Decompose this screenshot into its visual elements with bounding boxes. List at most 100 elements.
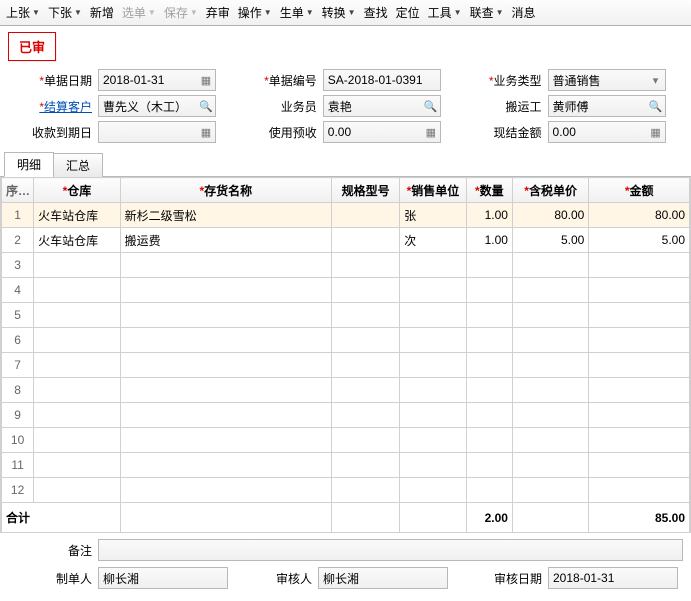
cell-price[interactable] <box>512 253 588 278</box>
doc-date-input[interactable]: ▦ <box>98 69 216 91</box>
generate-button[interactable]: 生单▼ <box>280 4 314 21</box>
cell-unit[interactable] <box>400 428 466 453</box>
tab-summary[interactable]: 汇总 <box>53 153 103 177</box>
tab-detail[interactable]: 明细 <box>4 152 54 177</box>
cell-warehouse[interactable] <box>34 303 121 328</box>
cell-qty[interactable]: 1.00 <box>466 203 512 228</box>
cell-unit[interactable] <box>400 378 466 403</box>
porter-input[interactable]: 🔍 <box>548 95 666 117</box>
cell-unit[interactable] <box>400 453 466 478</box>
cell-name[interactable] <box>120 353 331 378</box>
col-qty[interactable]: *数量 <box>466 178 512 203</box>
cell-qty[interactable] <box>466 478 512 503</box>
col-price[interactable]: *含税单价 <box>512 178 588 203</box>
cell-price[interactable] <box>512 278 588 303</box>
cell-price[interactable] <box>512 453 588 478</box>
tools-button[interactable]: 工具▼ <box>428 4 462 21</box>
cell-warehouse[interactable]: 火车站仓库 <box>34 203 121 228</box>
cell-warehouse[interactable] <box>34 328 121 353</box>
link-button[interactable]: 联查▼ <box>470 4 504 21</box>
cell-qty[interactable] <box>466 403 512 428</box>
cell-amount[interactable] <box>589 403 690 428</box>
cell-unit[interactable] <box>400 478 466 503</box>
cell-name[interactable] <box>120 278 331 303</box>
cell-name[interactable] <box>120 378 331 403</box>
table-row[interactable]: 3 <box>2 253 690 278</box>
cell-spec[interactable] <box>331 328 399 353</box>
cell-warehouse[interactable] <box>34 403 121 428</box>
cell-qty[interactable] <box>466 453 512 478</box>
cell-warehouse[interactable] <box>34 253 121 278</box>
calc-icon[interactable]: ▦ <box>647 126 665 139</box>
cell-unit[interactable] <box>400 253 466 278</box>
cell-qty[interactable]: 1.00 <box>466 228 512 253</box>
cell-spec[interactable] <box>331 453 399 478</box>
cell-spec[interactable] <box>331 428 399 453</box>
chevron-down-icon[interactable]: ▾ <box>647 74 665 87</box>
biz-type-input[interactable]: ▾ <box>548 69 666 91</box>
table-row[interactable]: 12 <box>2 478 690 503</box>
col-unit[interactable]: *销售单位 <box>400 178 466 203</box>
cell-price[interactable] <box>512 428 588 453</box>
table-row[interactable]: 2火车站仓库搬运费次1.005.005.00 <box>2 228 690 253</box>
cell-unit[interactable] <box>400 328 466 353</box>
calc-icon[interactable]: ▦ <box>422 126 440 139</box>
cell-price[interactable]: 5.00 <box>512 228 588 253</box>
maker-input[interactable] <box>98 567 228 589</box>
table-row[interactable]: 5 <box>2 303 690 328</box>
cell-name[interactable]: 搬运费 <box>120 228 331 253</box>
cell-amount[interactable] <box>589 353 690 378</box>
cell-name[interactable] <box>120 328 331 353</box>
table-row[interactable]: 9 <box>2 403 690 428</box>
unapprove-button[interactable]: 弃审 <box>206 4 230 21</box>
search-icon[interactable]: 🔍 <box>197 100 215 113</box>
cell-price[interactable] <box>512 378 588 403</box>
col-amount[interactable]: *金额 <box>589 178 690 203</box>
cell-name[interactable] <box>120 253 331 278</box>
cell-name[interactable] <box>120 303 331 328</box>
cell-name[interactable] <box>120 428 331 453</box>
col-name[interactable]: *存货名称 <box>120 178 331 203</box>
calendar-icon[interactable]: ▦ <box>197 126 215 139</box>
cell-warehouse[interactable]: 火车站仓库 <box>34 228 121 253</box>
cell-amount[interactable] <box>589 478 690 503</box>
due-input[interactable]: ▦ <box>98 121 216 143</box>
cell-price[interactable]: 80.00 <box>512 203 588 228</box>
cell-amount[interactable] <box>589 328 690 353</box>
cell-amount[interactable] <box>589 428 690 453</box>
customer-input[interactable]: 🔍 <box>98 95 216 117</box>
cell-amount[interactable] <box>589 378 690 403</box>
cell-unit[interactable] <box>400 403 466 428</box>
table-row[interactable]: 4 <box>2 278 690 303</box>
cell-spec[interactable] <box>331 303 399 328</box>
cell-amount[interactable] <box>589 303 690 328</box>
doc-no-input[interactable] <box>323 69 441 91</box>
cell-spec[interactable] <box>331 478 399 503</box>
cell-unit[interactable]: 张 <box>400 203 466 228</box>
cell-qty[interactable] <box>466 328 512 353</box>
search-icon[interactable]: 🔍 <box>422 100 440 113</box>
cell-spec[interactable] <box>331 403 399 428</box>
prev-button[interactable]: 上张▼ <box>6 4 40 21</box>
cell-amount[interactable]: 80.00 <box>589 203 690 228</box>
cell-spec[interactable] <box>331 253 399 278</box>
cell-amount[interactable] <box>589 278 690 303</box>
cell-warehouse[interactable] <box>34 378 121 403</box>
cell-name[interactable] <box>120 453 331 478</box>
cell-amount[interactable] <box>589 253 690 278</box>
customer-label[interactable]: *结算客户 <box>8 98 98 115</box>
cell-price[interactable] <box>512 353 588 378</box>
cell-warehouse[interactable] <box>34 428 121 453</box>
table-row[interactable]: 10 <box>2 428 690 453</box>
table-row[interactable]: 8 <box>2 378 690 403</box>
cell-price[interactable] <box>512 478 588 503</box>
cell-warehouse[interactable] <box>34 453 121 478</box>
table-row[interactable]: 7 <box>2 353 690 378</box>
table-row[interactable]: 11 <box>2 453 690 478</box>
cell-unit[interactable]: 次 <box>400 228 466 253</box>
cell-spec[interactable] <box>331 203 399 228</box>
cell-amount[interactable] <box>589 453 690 478</box>
cell-spec[interactable] <box>331 228 399 253</box>
col-spec[interactable]: 规格型号 <box>331 178 399 203</box>
cell-qty[interactable] <box>466 303 512 328</box>
